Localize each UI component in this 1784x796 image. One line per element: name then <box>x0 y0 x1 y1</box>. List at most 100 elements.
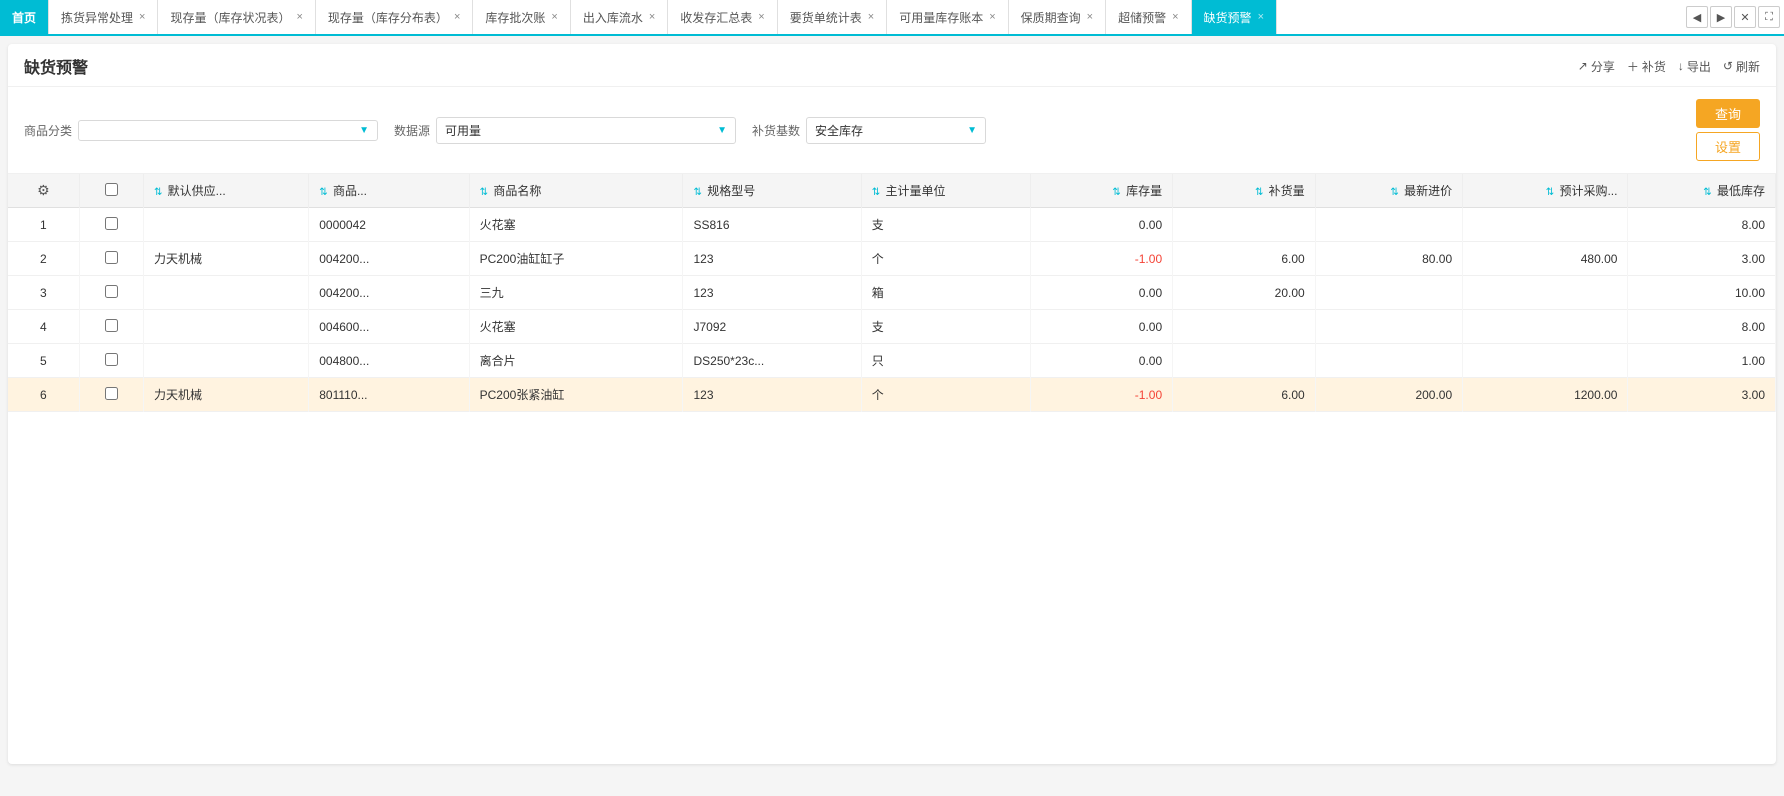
tab-close-shortage[interactable]: × <box>1258 11 1264 23</box>
tab-stock-dist[interactable]: 现存量（库存分布表）× <box>316 0 473 34</box>
replenish-base-select[interactable]: 安全库存 ▼ <box>806 117 986 144</box>
cell-checkbox[interactable] <box>79 344 143 378</box>
cell-stock: 0.00 <box>1030 208 1173 242</box>
cell-est-purchase <box>1463 208 1628 242</box>
row-checkbox[interactable] <box>105 353 118 366</box>
tab-available-ledger[interactable]: 可用量库存账本× <box>887 0 1008 34</box>
row-checkbox[interactable] <box>105 285 118 298</box>
tab-inout-flow[interactable]: 出入库流水 × <box>571 0 668 34</box>
cell-supplier <box>143 276 308 310</box>
cell-est-purchase: 480.00 <box>1463 242 1628 276</box>
col-label-product-name: 商品名称 <box>493 184 541 198</box>
cell-checkbox[interactable] <box>79 242 143 276</box>
query-button[interactable]: 查询 <box>1696 99 1760 128</box>
category-filter-group: 商品分类 ▼ <box>24 120 378 141</box>
cell-supplier <box>143 310 308 344</box>
sort-icon-supplier: ⇅ <box>154 187 162 198</box>
cell-unit: 支 <box>861 310 1030 344</box>
tab-label-demand-stats: 要货单统计表 <box>790 9 862 26</box>
tab-label-shortage: 缺货预警 <box>1204 9 1252 26</box>
replenish-base-label: 补货基数 <box>752 122 800 139</box>
tab-close-exception[interactable]: × <box>139 11 145 23</box>
cell-spec: J7092 <box>683 310 861 344</box>
tab-overstock[interactable]: 超储预警× <box>1106 0 1191 34</box>
tab-label-receive-summary: 收发存汇总表 <box>680 9 752 26</box>
col-label-stock: 库存量 <box>1126 184 1162 198</box>
settings-button[interactable]: 设置 <box>1696 132 1760 161</box>
col-label-min-stock: 最低库存 <box>1717 184 1765 198</box>
tab-expiry[interactable]: 保质期查询× <box>1009 0 1106 34</box>
col-header-latest-price: ⇅ 最新进价 <box>1315 174 1462 208</box>
cell-checkbox[interactable] <box>79 276 143 310</box>
tab-fullscreen-button[interactable]: ⛶ <box>1758 6 1780 28</box>
tab-exception[interactable]: 拣货异常处理× <box>49 0 158 34</box>
sort-icon-code: ⇅ <box>319 187 327 198</box>
select-all-checkbox[interactable] <box>105 183 118 196</box>
export-icon: ↓ <box>1678 59 1684 73</box>
row-checkbox[interactable] <box>105 217 118 230</box>
export-action[interactable]: ↓ 导出 <box>1678 58 1711 75</box>
col-header-product-code: ⇅ 商品... <box>309 174 469 208</box>
share-label: 分享 <box>1591 58 1615 75</box>
tab-demand-stats[interactable]: 要货单统计表 × <box>778 0 887 34</box>
cell-supplier <box>143 208 308 242</box>
tab-close-available-ledger[interactable]: × <box>989 11 995 23</box>
tab-close-inout-flow[interactable]: × <box>649 11 655 23</box>
datasource-filter-group: 数据源 可用量 ▼ <box>394 117 736 144</box>
cell-stock: 0.00 <box>1030 276 1173 310</box>
col-header-gear[interactable]: ⚙ <box>8 174 79 208</box>
tab-close-stock-dist[interactable]: × <box>454 11 460 23</box>
row-checkbox[interactable] <box>105 387 118 400</box>
cell-replenish <box>1173 208 1316 242</box>
cell-index: 3 <box>8 276 79 310</box>
tab-shortage[interactable]: 缺货预警 × <box>1192 0 1277 34</box>
tab-close-stock-status[interactable]: × <box>296 11 302 23</box>
refresh-action[interactable]: ↺ 刷新 <box>1723 58 1760 75</box>
cell-product-name: PC200油缸缸子 <box>469 242 683 276</box>
tab-label-stock-status: 现存量（库存状况表） <box>170 9 290 26</box>
cell-replenish: 6.00 <box>1173 378 1316 412</box>
datasource-label: 数据源 <box>394 122 430 139</box>
tab-next-button[interactable]: ▶ <box>1710 6 1732 28</box>
replenish-base-value: 安全库存 <box>815 122 863 139</box>
page-title: 缺货预警 <box>24 54 88 78</box>
category-select[interactable]: ▼ <box>78 120 378 141</box>
col-header-checkbox[interactable] <box>79 174 143 208</box>
tab-receive-summary[interactable]: 收发存汇总表 × <box>668 0 777 34</box>
cell-product-name: PC200张紧油缸 <box>469 378 683 412</box>
datasource-select[interactable]: 可用量 ▼ <box>436 117 736 144</box>
table-container: ⚙ ⇅ 默认供应... ⇅ 商品... ⇅ 商品名称 <box>8 174 1776 412</box>
cell-product-name: 离合片 <box>469 344 683 378</box>
col-header-spec: ⇅ 规格型号 <box>683 174 861 208</box>
tab-stock-status[interactable]: 现存量（库存状况表） × <box>158 0 315 34</box>
cell-checkbox[interactable] <box>79 310 143 344</box>
table-row: 3004200...三九123箱0.0020.0010.00 <box>8 276 1776 310</box>
tab-close-receive-summary[interactable]: × <box>758 11 764 23</box>
gear-icon[interactable]: ⚙ <box>37 182 50 198</box>
replenish-action[interactable]: ＋ 补货 <box>1627 58 1666 75</box>
tab-batch-account[interactable]: 库存批次账× <box>473 0 570 34</box>
row-checkbox[interactable] <box>105 251 118 264</box>
tab-close-batch-account[interactable]: × <box>551 11 557 23</box>
tab-home[interactable]: 首页 <box>0 0 49 34</box>
category-arrow-icon: ▼ <box>359 125 369 136</box>
tab-bar: 首页拣货异常处理×现存量（库存状况表）×现存量（库存分布表）×库存批次账×出入库… <box>0 0 1784 36</box>
tab-close-overstock[interactable]: × <box>1172 11 1178 23</box>
cell-spec: DS250*23c... <box>683 344 861 378</box>
row-checkbox[interactable] <box>105 319 118 332</box>
cell-checkbox[interactable] <box>79 378 143 412</box>
sort-icon-latest-price: ⇅ <box>1390 187 1398 198</box>
tab-close-expiry[interactable]: × <box>1087 11 1093 23</box>
cell-stock: 0.00 <box>1030 344 1173 378</box>
tab-close-demand-stats[interactable]: × <box>868 11 874 23</box>
tab-label-inout-flow: 出入库流水 <box>583 9 643 26</box>
tab-close-all-button[interactable]: ✕ <box>1734 6 1756 28</box>
cell-spec: SS816 <box>683 208 861 242</box>
filter-actions: 查询 设置 <box>1696 99 1760 161</box>
cell-min-stock: 1.00 <box>1628 344 1776 378</box>
col-header-product-name: ⇅ 商品名称 <box>469 174 683 208</box>
tab-prev-button[interactable]: ◀ <box>1686 6 1708 28</box>
cell-checkbox[interactable] <box>79 208 143 242</box>
col-header-supplier: ⇅ 默认供应... <box>143 174 308 208</box>
share-action[interactable]: ↗ 分享 <box>1578 58 1615 75</box>
